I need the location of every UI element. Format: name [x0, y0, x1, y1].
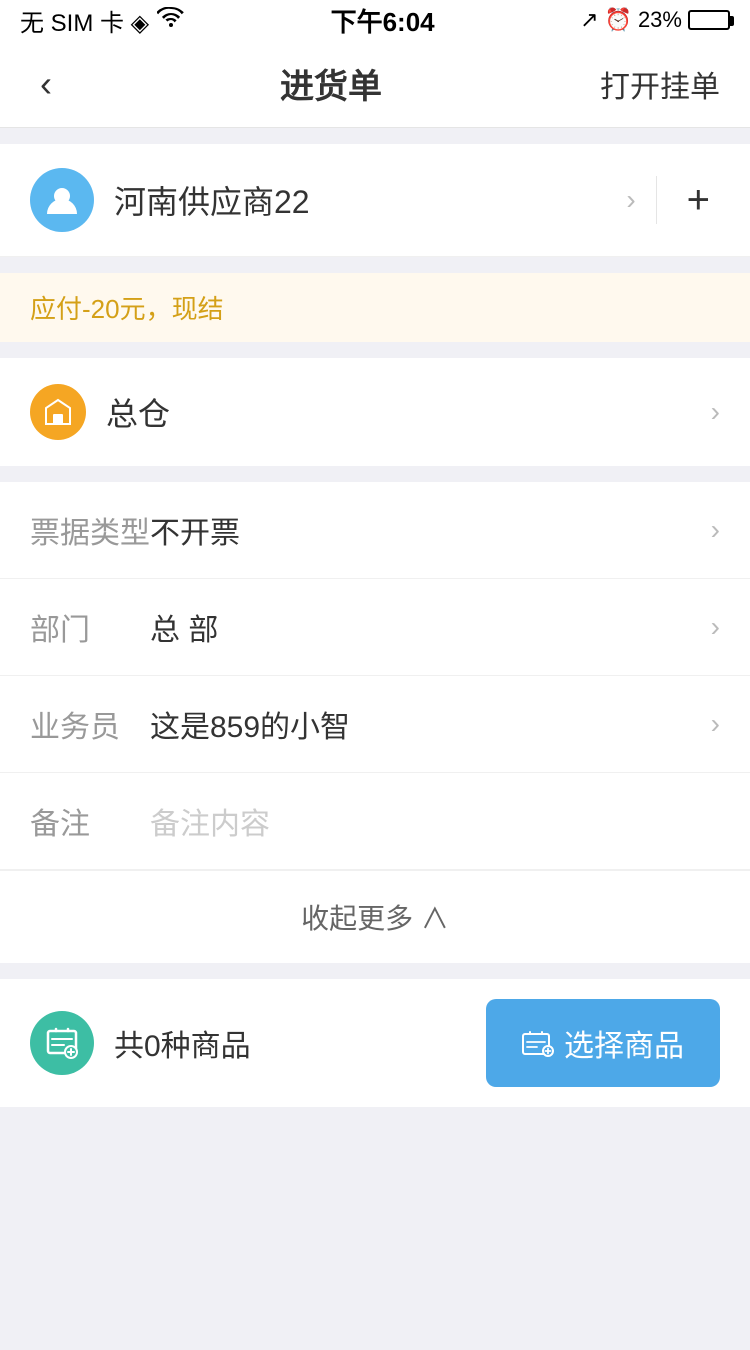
- page-content: 河南供应商22 › + 应付-20元，现结 总仓 › 票据类型 不开票 ›: [0, 144, 750, 1350]
- notice-bar: 应付-20元，现结: [0, 273, 750, 342]
- wifi-icon: [157, 6, 185, 34]
- salesperson-value: 这是859的小智: [150, 702, 711, 746]
- open-pending-button[interactable]: 打开挂单: [600, 62, 720, 106]
- nav-bar: ‹ 进货单 打开挂单: [0, 40, 750, 128]
- salesperson-row[interactable]: 业务员 这是859的小智 ›: [0, 676, 750, 773]
- select-goods-label: 选择商品: [564, 1021, 684, 1065]
- battery-icon: [688, 10, 730, 30]
- location-icon: ↗: [580, 7, 598, 33]
- add-supplier-button[interactable]: +: [677, 178, 720, 223]
- remark-label: 备注: [30, 799, 150, 843]
- battery-percent: 23%: [638, 7, 682, 33]
- remark-input[interactable]: 备注内容: [150, 799, 720, 843]
- warehouse-chevron-icon: ›: [711, 396, 720, 428]
- warehouse-section: 总仓 ›: [0, 358, 750, 466]
- warehouse-name: 总仓: [106, 389, 711, 435]
- bottom-bar: 共0种商品 选择商品: [0, 979, 750, 1107]
- department-value: 总 部: [150, 605, 711, 649]
- sim-label: 无 SIM 卡 ◈: [20, 3, 149, 38]
- supplier-avatar: [30, 168, 94, 232]
- goods-count-label: 共0种商品: [114, 1021, 486, 1065]
- back-button[interactable]: ‹: [30, 53, 62, 115]
- invoice-type-label: 票据类型: [30, 508, 150, 552]
- supplier-name: 河南供应商22: [114, 177, 626, 223]
- status-right: ↗ ⏰ 23%: [580, 7, 730, 33]
- remark-row[interactable]: 备注 备注内容: [0, 773, 750, 870]
- cart-icon: [30, 1011, 94, 1075]
- department-chevron-icon: ›: [711, 611, 720, 643]
- invoice-type-value: 不开票: [150, 508, 711, 552]
- status-left: 无 SIM 卡 ◈: [20, 3, 185, 38]
- select-goods-button[interactable]: 选择商品: [486, 999, 720, 1087]
- warehouse-row[interactable]: 总仓 ›: [0, 358, 750, 466]
- invoice-type-row[interactable]: 票据类型 不开票 ›: [0, 482, 750, 579]
- page-title: 进货单: [280, 59, 382, 108]
- department-row[interactable]: 部门 总 部 ›: [0, 579, 750, 676]
- divider: [656, 176, 657, 224]
- alarm-icon: ⏰: [605, 7, 632, 33]
- status-bar: 无 SIM 卡 ◈ 下午6:04 ↗ ⏰ 23%: [0, 0, 750, 40]
- supplier-row[interactable]: 河南供应商22 › +: [0, 144, 750, 257]
- salesperson-chevron-icon: ›: [711, 708, 720, 740]
- warehouse-icon: [30, 384, 86, 440]
- collapse-button[interactable]: 收起更多 ∧: [0, 870, 750, 963]
- supplier-section: 河南供应商22 › +: [0, 144, 750, 257]
- status-time: 下午6:04: [331, 2, 435, 39]
- fields-section: 票据类型 不开票 › 部门 总 部 › 业务员 这是859的小智 › 备注 备注…: [0, 482, 750, 963]
- salesperson-label: 业务员: [30, 702, 150, 746]
- supplier-chevron-icon: ›: [626, 184, 635, 216]
- invoice-type-chevron-icon: ›: [711, 514, 720, 546]
- department-label: 部门: [30, 605, 150, 649]
